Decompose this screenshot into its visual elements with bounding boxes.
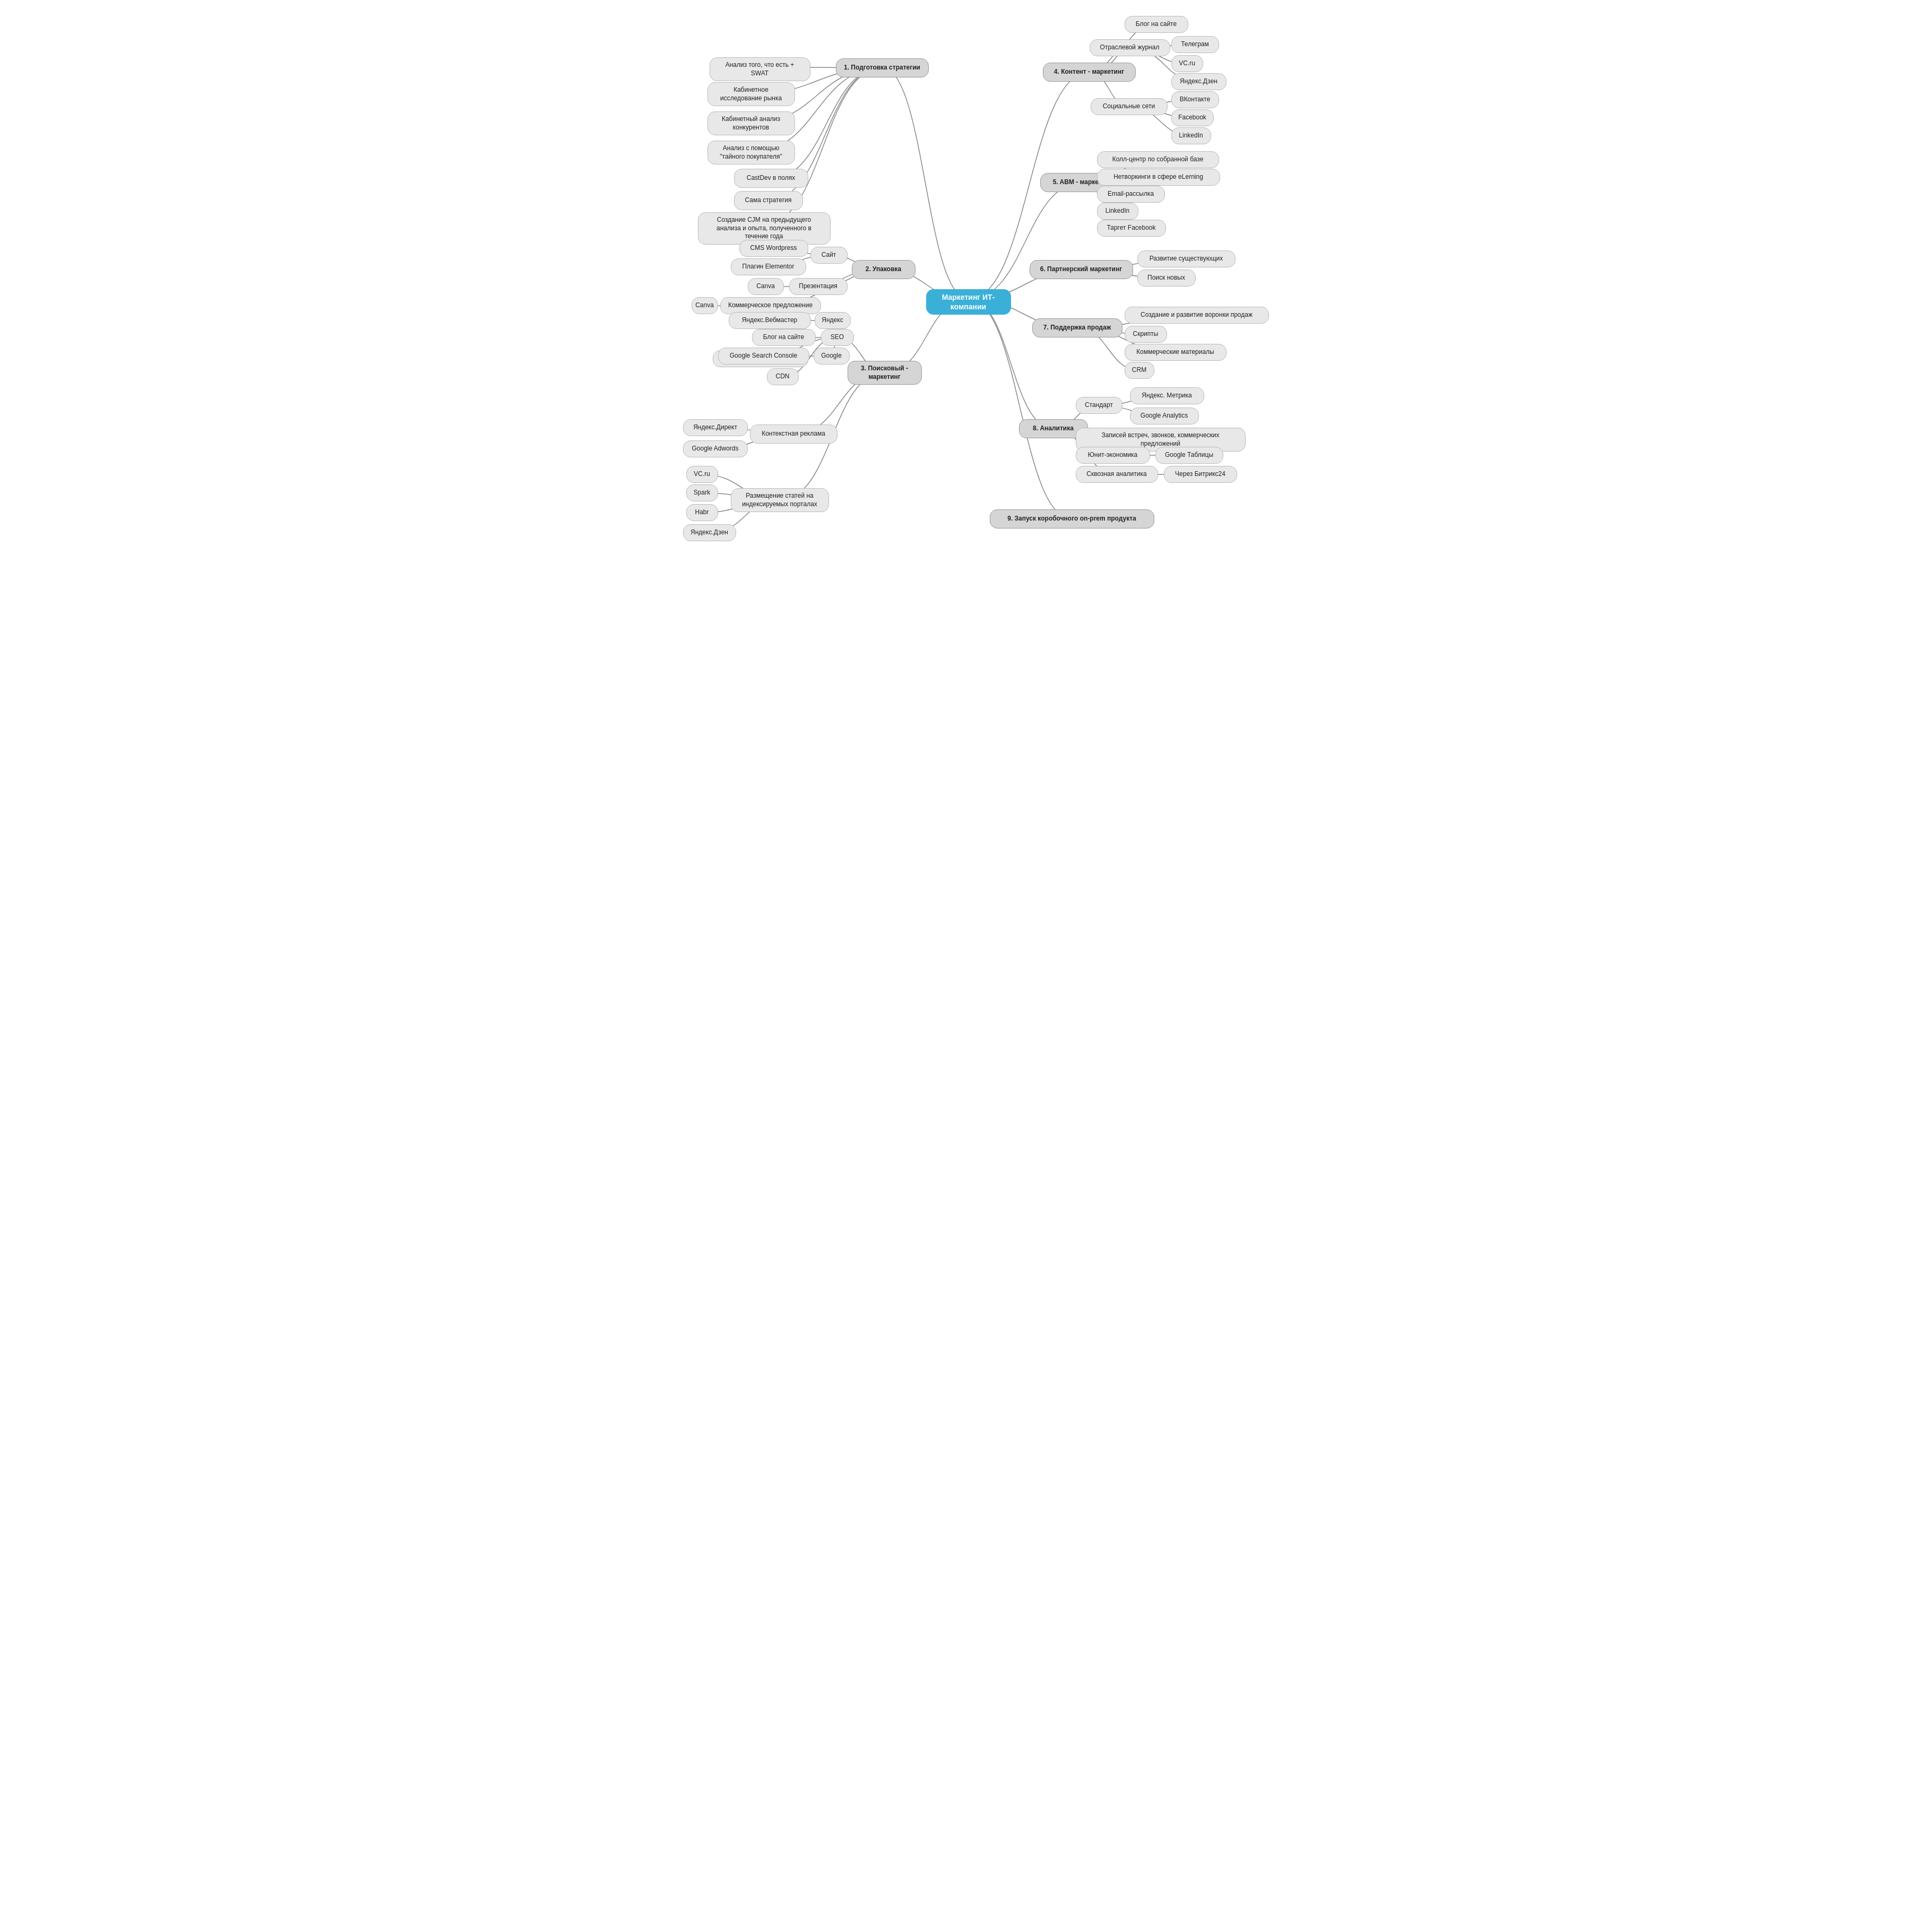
node-n38: VC.ru xyxy=(1171,55,1203,72)
node-n3: Кабинетное исследование рынка xyxy=(707,82,795,106)
node-n27: Яндекс.Директ xyxy=(683,419,748,436)
node-n9: 2. Упаковка xyxy=(852,260,916,279)
node-n48: LinkedIn xyxy=(1097,203,1138,220)
node-n17: 3. Поисковый - маркетинг xyxy=(848,361,922,385)
node-n43: LinkedIn xyxy=(1171,127,1211,144)
node-n60: Яндекс. Метрика xyxy=(1130,387,1204,404)
node-n54: Создание и развитие воронки продаж xyxy=(1125,307,1269,324)
node-n35: Блог на сайте xyxy=(1125,16,1188,33)
node-n28: Google Adwords xyxy=(683,440,748,457)
node-n22: Google xyxy=(814,348,850,365)
mindmap-container: Маркетинг ИТ-компании 1. Подготовка страт… xyxy=(671,0,1255,610)
node-n55: Скрипты xyxy=(1125,326,1167,343)
node-n4: Кабинетный анализ конкурентов xyxy=(707,111,795,135)
node-n57: CRM xyxy=(1125,362,1154,379)
node-n11: CMS Wordpress xyxy=(739,240,808,257)
node-n23: Google Search Console xyxy=(718,348,809,365)
node-n46: Нетворкинги в сфере eLerning xyxy=(1097,169,1220,186)
node-n42: Facebook xyxy=(1171,109,1214,126)
node-n65: Сквозная аналитика xyxy=(1076,466,1158,483)
node-n6: CastDev в полях xyxy=(734,169,808,188)
node-n40: Социальные сети xyxy=(1091,98,1168,115)
node-n13: Презентация xyxy=(789,278,848,295)
node-n47: Email-рассылка xyxy=(1097,186,1165,203)
node-n53: 7. Поддержка продаж xyxy=(1032,318,1122,337)
node-n29: Размещение статей на индексируемых порта… xyxy=(731,488,829,512)
node-n30: VC.ru xyxy=(686,466,718,483)
node-n50: 6. Партнерский маркетинг xyxy=(1030,260,1133,279)
node-n25: Яндекс.Вебмастер xyxy=(729,312,811,329)
node-n18: SEO xyxy=(821,329,854,346)
node-n56: Коммерческие материалы xyxy=(1125,344,1227,361)
node-n5: Анализ с помощью "тайного покупателя" xyxy=(707,141,795,164)
node-n16: Canva xyxy=(692,297,718,314)
node-n66: Через Битрикс24 xyxy=(1164,466,1237,483)
node-n1: 1. Подготовка стратегии xyxy=(836,58,929,77)
node-n39: Яндекс.Дзен xyxy=(1171,73,1227,90)
node-n31: Spark xyxy=(686,484,718,501)
node-n34: 4. Контент - маркетинг xyxy=(1043,63,1136,82)
node-n37: Телеграм xyxy=(1171,36,1219,53)
node-n61: Google Analytics xyxy=(1130,408,1199,424)
node-n2: Анализ того, что есть + SWAT xyxy=(710,57,810,81)
node-n52: Поиск новых xyxy=(1137,270,1196,287)
node-n12: Плагин Elementor xyxy=(731,258,806,275)
node-n63: Юнит-экономика xyxy=(1076,447,1150,464)
node-n59: Стандарт xyxy=(1076,397,1122,414)
node-n14: Canva xyxy=(748,278,784,295)
node-n26: Контекстная реклама xyxy=(750,424,837,444)
center-node: Маркетинг ИТ-компании xyxy=(926,289,1011,315)
node-n67: 9. Запуск коробочного on-prem продукта xyxy=(990,509,1154,529)
node-n10: Сайт xyxy=(810,247,848,264)
node-n51: Развитие существующих xyxy=(1137,250,1236,267)
node-n19: Блог на сайте xyxy=(752,329,816,346)
node-n64: Google Таблицы xyxy=(1155,447,1223,464)
node-n45: Колл-центр по собранной базе xyxy=(1097,151,1219,168)
node-n33: Яндекс.Дзен xyxy=(683,524,736,541)
node-n7: Сама стратегия xyxy=(734,191,803,210)
node-n36: Отраслевой журнал xyxy=(1090,39,1170,56)
node-n32: Habr xyxy=(686,504,718,521)
node-n41: ВКонтакте xyxy=(1171,91,1219,108)
node-n24: Яндекс xyxy=(815,312,851,329)
node-n49: Таргет Facebook xyxy=(1097,220,1166,237)
node-n21: CDN xyxy=(767,368,799,385)
